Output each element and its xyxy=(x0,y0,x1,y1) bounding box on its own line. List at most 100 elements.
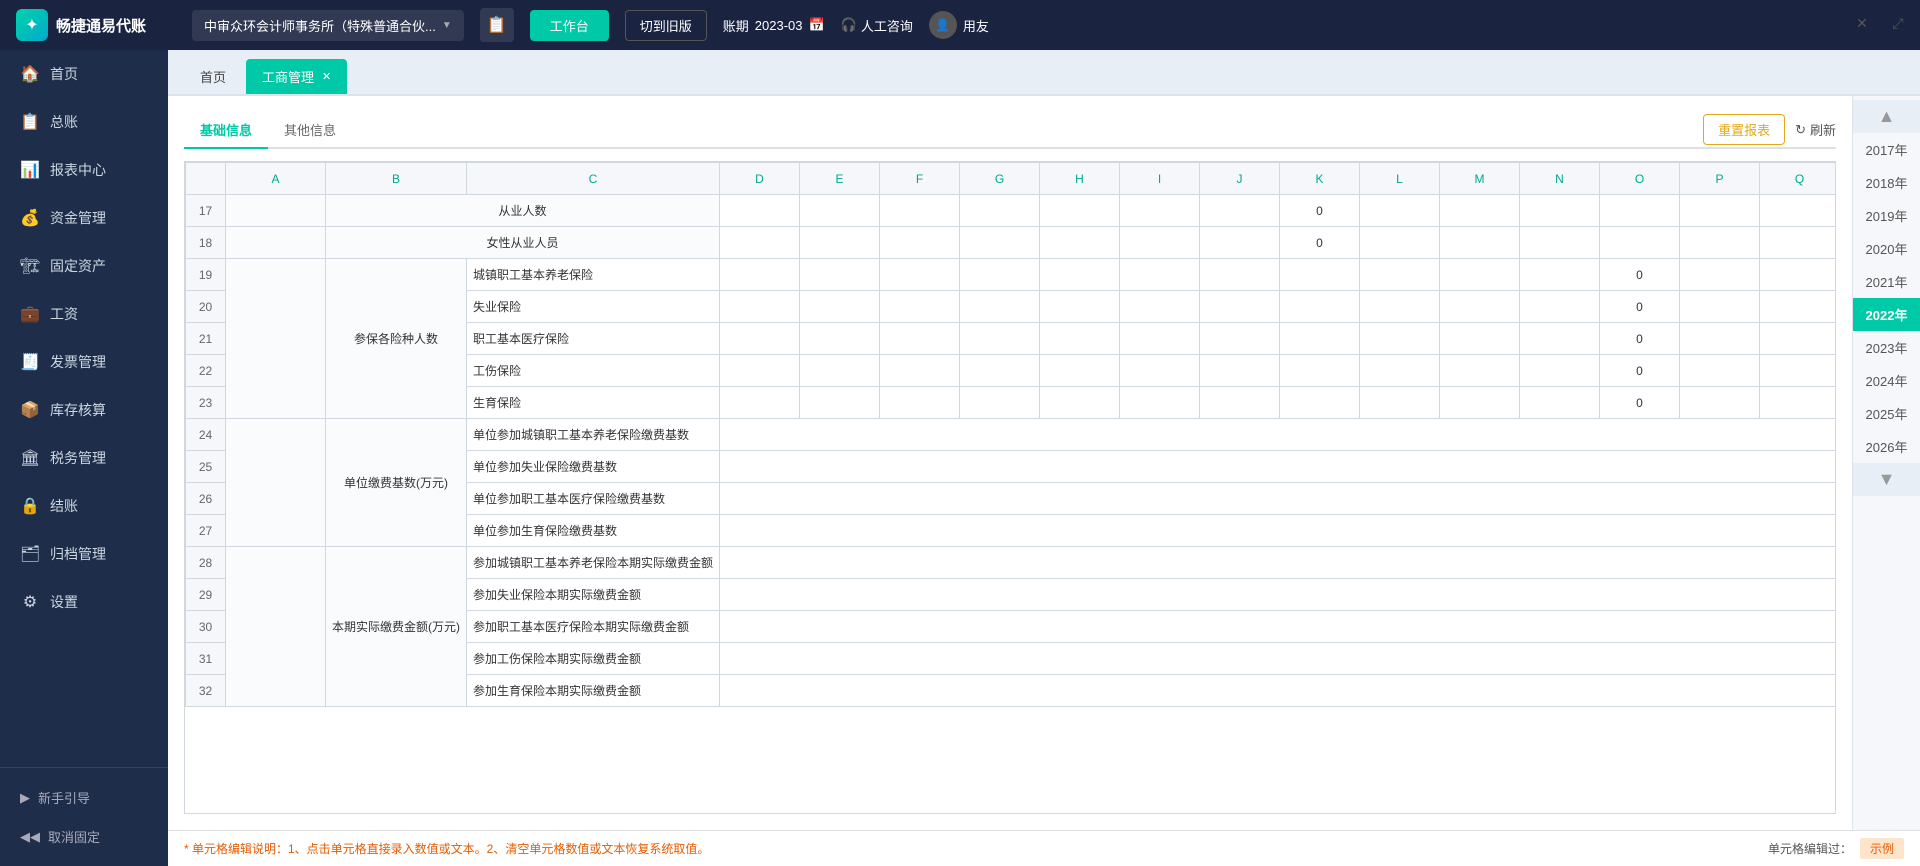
cell-21-q[interactable] xyxy=(1760,323,1835,355)
cell-24-a[interactable] xyxy=(226,419,326,547)
cell-20-g[interactable] xyxy=(960,291,1040,323)
cell-30-c[interactable]: 参加职工基本医疗保险本期实际缴费金额 xyxy=(467,611,720,643)
cell-18-f[interactable] xyxy=(880,227,960,259)
year-item-2019[interactable]: 2019年 xyxy=(1853,199,1920,232)
cell-18-p[interactable] xyxy=(1680,227,1760,259)
cell-19-q[interactable] xyxy=(1760,259,1835,291)
cell-21-f[interactable] xyxy=(880,323,960,355)
cell-22-i[interactable] xyxy=(1120,355,1200,387)
cell-22-q[interactable] xyxy=(1760,355,1835,387)
user-area[interactable]: 👤 用友 xyxy=(929,11,989,39)
cell-20-n[interactable] xyxy=(1520,291,1600,323)
cell-24-b[interactable]: 单位缴费基数(万元) xyxy=(326,419,467,547)
cell-22-n[interactable] xyxy=(1520,355,1600,387)
cell-20-c[interactable]: 失业保险 xyxy=(467,291,720,323)
cell-21-o[interactable]: 0 xyxy=(1600,323,1680,355)
cell-19-k[interactable] xyxy=(1280,259,1360,291)
sidebar-item-tax[interactable]: 🏛 税务管理 xyxy=(0,434,168,482)
cell-18-i[interactable] xyxy=(1120,227,1200,259)
sidebar-item-settings[interactable]: ⚙ 设置 xyxy=(0,578,168,626)
sidebar-item-assets[interactable]: 🏗 固定资产 xyxy=(0,242,168,290)
cell-23-f[interactable] xyxy=(880,387,960,419)
cell-19-d[interactable] xyxy=(720,259,800,291)
cell-22-g[interactable] xyxy=(960,355,1040,387)
year-item-2021[interactable]: 2021年 xyxy=(1853,265,1920,298)
year-item-2024[interactable]: 2024年 xyxy=(1853,364,1920,397)
cell-23-e[interactable] xyxy=(800,387,880,419)
cell-23-o[interactable]: 0 xyxy=(1600,387,1680,419)
cell-17-g[interactable] xyxy=(960,195,1040,227)
tab-business[interactable]: 工商管理 ✕ xyxy=(246,59,347,94)
cell-29-c[interactable]: 参加失业保险本期实际缴费金额 xyxy=(467,579,720,611)
cell-23-p[interactable] xyxy=(1680,387,1760,419)
reset-report-button[interactable]: 重置报表 xyxy=(1703,114,1785,145)
sidebar-item-unpin[interactable]: ◀◀ 取消固定 xyxy=(0,817,168,856)
cell-17-j[interactable] xyxy=(1200,195,1280,227)
tab-home[interactable]: 首页 xyxy=(184,59,242,94)
cell-23-n[interactable] xyxy=(1520,387,1600,419)
cell-20-h[interactable] xyxy=(1040,291,1120,323)
cell-23-h[interactable] xyxy=(1040,387,1120,419)
cell-23-q[interactable] xyxy=(1760,387,1835,419)
cell-19-21-a[interactable] xyxy=(226,259,326,419)
cell-17-n[interactable] xyxy=(1520,195,1600,227)
cell-17-o[interactable] xyxy=(1600,195,1680,227)
cell-21-d[interactable] xyxy=(720,323,800,355)
cell-19-m[interactable] xyxy=(1440,259,1520,291)
cell-20-p[interactable] xyxy=(1680,291,1760,323)
cell-19-h[interactable] xyxy=(1040,259,1120,291)
cell-18-g[interactable] xyxy=(960,227,1040,259)
sidebar-item-funds[interactable]: 💰 资金管理 xyxy=(0,194,168,242)
tab-close-icon[interactable]: ✕ xyxy=(322,70,331,83)
cell-31-data[interactable] xyxy=(720,643,1835,675)
sidebar-item-invoice[interactable]: 🧾 发票管理 xyxy=(0,338,168,386)
cell-21-n[interactable] xyxy=(1520,323,1600,355)
cell-22-o[interactable]: 0 xyxy=(1600,355,1680,387)
cell-19-p[interactable] xyxy=(1680,259,1760,291)
cell-22-k[interactable] xyxy=(1280,355,1360,387)
cell-27-c[interactable]: 单位参加生育保险缴费基数 xyxy=(467,515,720,547)
cell-21-k[interactable] xyxy=(1280,323,1360,355)
cell-32-c[interactable]: 参加生育保险本期实际缴费金额 xyxy=(467,675,720,707)
cell-21-l[interactable] xyxy=(1360,323,1440,355)
cell-18-d[interactable] xyxy=(720,227,800,259)
sidebar-item-close[interactable]: 🔒 结账 xyxy=(0,482,168,530)
old-version-button[interactable]: 切到旧版 xyxy=(625,10,707,41)
sub-tab-other[interactable]: 其他信息 xyxy=(268,112,352,149)
cell-22-l[interactable] xyxy=(1360,355,1440,387)
cell-18-n[interactable] xyxy=(1520,227,1600,259)
cell-22-h[interactable] xyxy=(1040,355,1120,387)
cell-18-a[interactable] xyxy=(226,227,326,259)
cell-17-a[interactable] xyxy=(226,195,326,227)
sidebar-item-ledger[interactable]: 📋 总账 xyxy=(0,98,168,146)
company-selector[interactable]: 中审众环会计师事务所（特殊普通合伙... ▼ xyxy=(192,10,464,41)
cell-22-f[interactable] xyxy=(880,355,960,387)
cell-22-e[interactable] xyxy=(800,355,880,387)
cell-23-g[interactable] xyxy=(960,387,1040,419)
cell-17-q[interactable] xyxy=(1760,195,1835,227)
cell-31-c[interactable]: 参加工伤保险本期实际缴费金额 xyxy=(467,643,720,675)
cell-21-c[interactable]: 职工基本医疗保险 xyxy=(467,323,720,355)
cell-18-m[interactable] xyxy=(1440,227,1520,259)
cell-19-f[interactable] xyxy=(880,259,960,291)
cell-17-d[interactable] xyxy=(720,195,800,227)
cell-21-h[interactable] xyxy=(1040,323,1120,355)
cell-17-f[interactable] xyxy=(880,195,960,227)
cell-18-o[interactable] xyxy=(1600,227,1680,259)
cell-21-g[interactable] xyxy=(960,323,1040,355)
cell-29-data[interactable] xyxy=(720,579,1835,611)
cell-20-d[interactable] xyxy=(720,291,800,323)
cell-20-f[interactable] xyxy=(880,291,960,323)
sidebar-item-archive[interactable]: 🗂 归档管理 xyxy=(0,530,168,578)
sub-tab-basic[interactable]: 基础信息 xyxy=(184,112,268,149)
calendar-icon[interactable]: 📅 xyxy=(809,17,825,33)
cell-22-d[interactable] xyxy=(720,355,800,387)
ai-consult-button[interactable]: 🎧 人工咨询 xyxy=(841,16,913,35)
copy-button[interactable]: 📋 xyxy=(480,8,514,42)
cell-25-c[interactable]: 单位参加失业保险缴费基数 xyxy=(467,451,720,483)
cell-27-data[interactable] xyxy=(720,515,1835,547)
year-item-2025[interactable]: 2025年 xyxy=(1853,397,1920,430)
cell-24-data[interactable] xyxy=(720,419,1835,451)
cell-19-o[interactable]: 0 xyxy=(1600,259,1680,291)
horizontal-scrollbar[interactable] xyxy=(185,813,1835,814)
